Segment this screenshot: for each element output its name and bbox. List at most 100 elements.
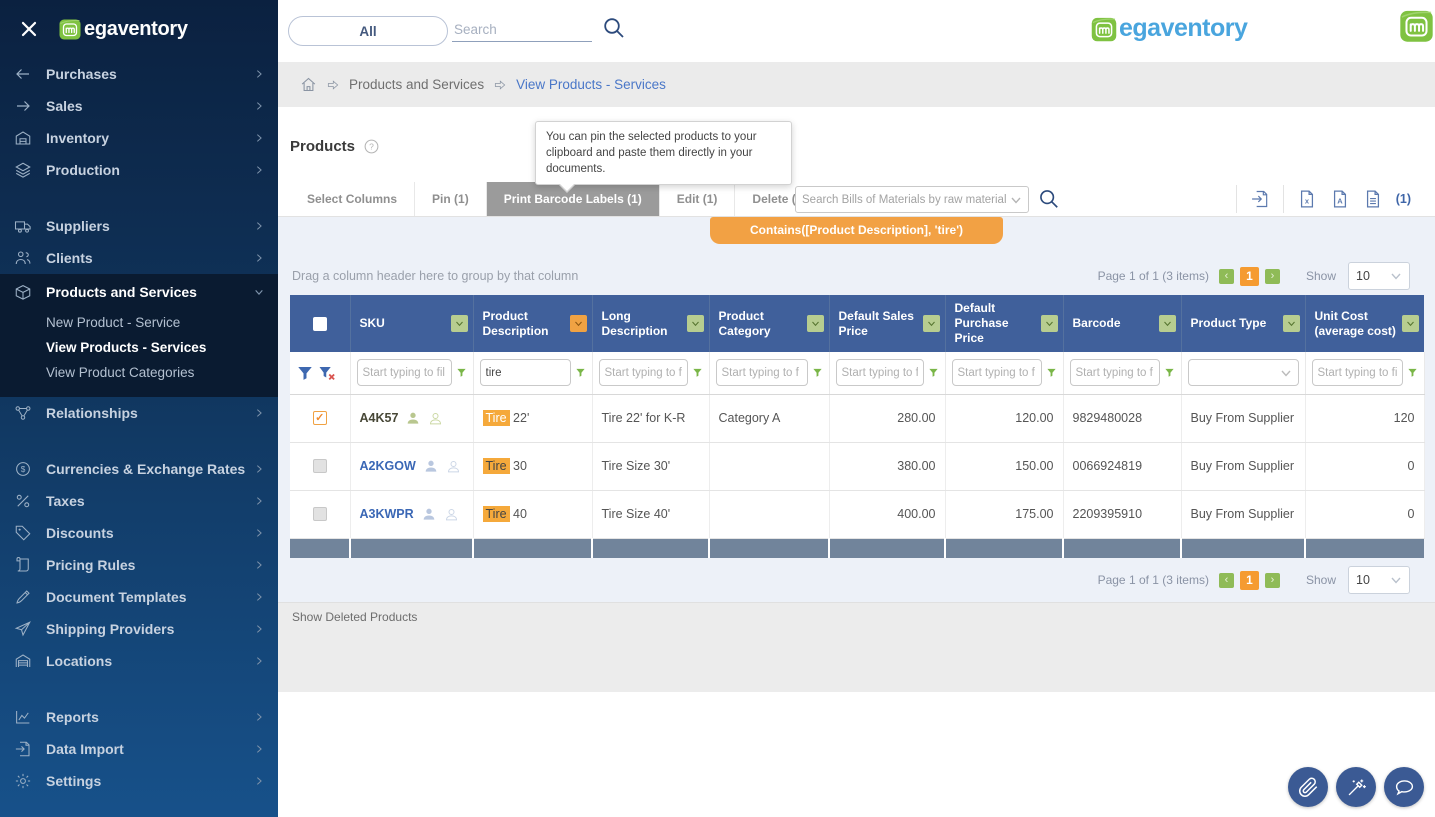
filter-input-sku[interactable] (357, 359, 452, 386)
row-checkbox[interactable] (313, 459, 327, 473)
active-filter-chip[interactable]: Contains([Product Description], 'tire') (710, 217, 1003, 244)
column-menu-desc[interactable] (570, 315, 587, 332)
export-doc-icon[interactable] (1363, 189, 1383, 209)
product-row[interactable]: A3KWPRTire 40Tire Size 40'400.00175.0022… (290, 490, 1424, 538)
home-icon[interactable] (300, 76, 317, 93)
breadcrumb-current-page[interactable]: View Products - Services (516, 77, 666, 92)
product-row[interactable]: A2KGOWTire 30Tire Size 30'380.00150.0000… (290, 442, 1424, 490)
filter-funnel-icon[interactable] (575, 367, 586, 378)
column-menu-unit_cost[interactable] (1402, 315, 1419, 332)
col-header-category[interactable]: Product Category (709, 295, 829, 352)
col-header-product_type[interactable]: Product Type (1181, 295, 1305, 352)
page-size-select[interactable]: 10 (1348, 262, 1410, 290)
sidebar-item-discounts[interactable]: Discounts (0, 517, 278, 549)
global-search-input[interactable] (452, 18, 592, 42)
next-page-button[interactable]: › (1265, 573, 1280, 588)
filter-input-barcode[interactable] (1070, 359, 1160, 386)
filter-funnel-icon[interactable] (456, 367, 467, 378)
filter-input-desc[interactable] (480, 359, 571, 386)
product-sku-link[interactable]: A2KGOW (360, 459, 416, 473)
show-deleted-products-link[interactable]: Show Deleted Products (292, 610, 417, 624)
breadcrumb-section[interactable]: Products and Services (349, 77, 484, 92)
sidebar-subitem-view-products-services[interactable]: View Products - Services (0, 335, 278, 360)
filter-input-purchase_price[interactable] (952, 359, 1042, 386)
help-icon[interactable] (363, 138, 380, 155)
column-menu-long_desc[interactable] (687, 315, 704, 332)
sidebar-item-sales[interactable]: Sales (0, 90, 278, 122)
col-header-desc[interactable]: Product Description (473, 295, 592, 352)
sidebar-item-inventory[interactable]: Inventory (0, 122, 278, 154)
sidebar-item-purchases[interactable]: Purchases (0, 58, 278, 90)
bom-search-icon[interactable] (1038, 188, 1060, 210)
column-menu-barcode[interactable] (1159, 315, 1176, 332)
global-search-icon[interactable] (602, 16, 626, 40)
col-header-unit_cost[interactable]: Unit Cost (average cost) (1305, 295, 1424, 352)
attachments-fab-button[interactable] (1288, 767, 1328, 807)
select-all-checkbox[interactable] (313, 317, 327, 331)
person-filled-icon[interactable] (421, 506, 437, 522)
person-filled-icon[interactable] (423, 458, 439, 474)
person-outline-icon[interactable] (444, 507, 459, 522)
sidebar-item-locations[interactable]: Locations (0, 645, 278, 677)
filter-input-unit_cost[interactable] (1312, 359, 1403, 386)
filter-input-category[interactable] (716, 359, 808, 386)
sidebar-subitem-new-product-service[interactable]: New Product - Service (0, 310, 278, 335)
person-filled-icon[interactable] (405, 410, 421, 426)
sidebar-item-products-and-services[interactable]: Products and Services (0, 274, 278, 310)
filter-funnel-icon[interactable] (1407, 367, 1418, 378)
apply-filters-icon[interactable] (296, 364, 314, 382)
person-outline-icon[interactable] (446, 459, 461, 474)
pin-1-button[interactable]: Pin (1) (414, 182, 486, 216)
col-header-long_desc[interactable]: Long Description (592, 295, 709, 352)
sidebar-item-currencies-exchange-rates[interactable]: Currencies & Exchange Rates (0, 453, 278, 485)
row-checkbox[interactable]: ✓ (313, 411, 327, 425)
current-page[interactable]: 1 (1240, 267, 1259, 286)
person-outline-icon[interactable] (428, 411, 443, 426)
sidebar-close-button[interactable] (20, 16, 46, 42)
col-header-barcode[interactable]: Barcode (1063, 295, 1181, 352)
column-menu-sales_price[interactable] (923, 315, 940, 332)
filter-funnel-icon[interactable] (692, 367, 703, 378)
col-header-sku[interactable]: SKU (350, 295, 473, 352)
next-page-button[interactable]: › (1265, 269, 1280, 284)
bom-search-select[interactable]: Search Bills of Materials by raw materia… (795, 186, 1029, 213)
sidebar-item-data-import[interactable]: Data Import (0, 733, 278, 765)
select-columns-button[interactable]: Select Columns (290, 182, 414, 216)
product-row[interactable]: ✓A4K57Tire 22'Tire 22' for K-RCategory A… (290, 394, 1424, 442)
magic-wand-fab-button[interactable] (1336, 767, 1376, 807)
clear-filters-icon[interactable] (318, 364, 336, 382)
prev-page-button[interactable]: ‹ (1219, 573, 1234, 588)
sidebar-item-reports[interactable]: Reports (0, 701, 278, 733)
export-excel-icon[interactable] (1297, 189, 1317, 209)
filter-funnel-icon[interactable] (928, 367, 939, 378)
sidebar-item-taxes[interactable]: Taxes (0, 485, 278, 517)
filter-funnel-icon[interactable] (1164, 367, 1175, 378)
filter-input-sales_price[interactable] (836, 359, 924, 386)
sidebar-item-suppliers[interactable]: Suppliers (0, 210, 278, 242)
chat-fab-button[interactable] (1384, 767, 1424, 807)
export-pdf-icon[interactable] (1330, 189, 1350, 209)
row-checkbox[interactable] (313, 507, 327, 521)
col-header-select[interactable] (290, 295, 350, 352)
product-sku-link[interactable]: A4K57 (360, 411, 399, 425)
column-menu-product_type[interactable] (1283, 315, 1300, 332)
filter-funnel-icon[interactable] (812, 367, 823, 378)
search-scope-button[interactable]: All (288, 16, 448, 46)
sidebar-item-relationships[interactable]: Relationships (0, 397, 278, 429)
col-header-sales_price[interactable]: Default Sales Price (829, 295, 945, 352)
col-header-purchase_price[interactable]: Default Purchase Price (945, 295, 1063, 352)
filter-funnel-icon[interactable] (1046, 367, 1057, 378)
sidebar-item-clients[interactable]: Clients (0, 242, 278, 274)
prev-page-button[interactable]: ‹ (1219, 269, 1234, 284)
sidebar-item-document-templates[interactable]: Document Templates (0, 581, 278, 613)
filter-select-product_type[interactable] (1188, 359, 1299, 386)
current-page[interactable]: 1 (1240, 571, 1259, 590)
column-menu-category[interactable] (807, 315, 824, 332)
product-sku-link[interactable]: A3KWPR (360, 507, 414, 521)
filter-input-long_desc[interactable] (599, 359, 688, 386)
page-size-select[interactable]: 10 (1348, 566, 1410, 594)
column-menu-sku[interactable] (451, 315, 468, 332)
import-file-icon[interactable] (1250, 189, 1270, 209)
account-logo-icon[interactable] (1398, 7, 1435, 44)
sidebar-item-production[interactable]: Production (0, 154, 278, 186)
